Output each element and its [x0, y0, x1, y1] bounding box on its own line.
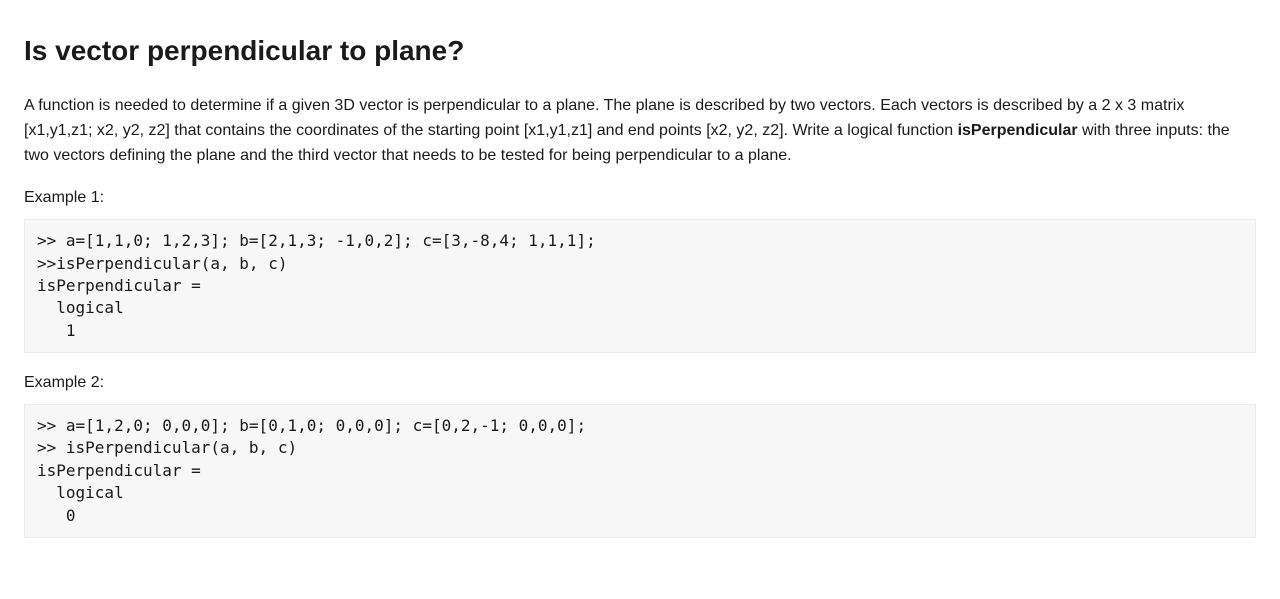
- page-title: Is vector perpendicular to plane?: [24, 30, 1256, 72]
- example-2-label: Example 2:: [24, 371, 1256, 396]
- example-1-label: Example 1:: [24, 186, 1256, 211]
- problem-description: A function is needed to determine if a g…: [24, 94, 1256, 168]
- example-2-code: >> a=[1,2,0; 0,0,0]; b=[0,1,0; 0,0,0]; c…: [24, 404, 1256, 538]
- example-1-code: >> a=[1,1,0; 1,2,3]; b=[2,1,3; -1,0,2]; …: [24, 219, 1256, 353]
